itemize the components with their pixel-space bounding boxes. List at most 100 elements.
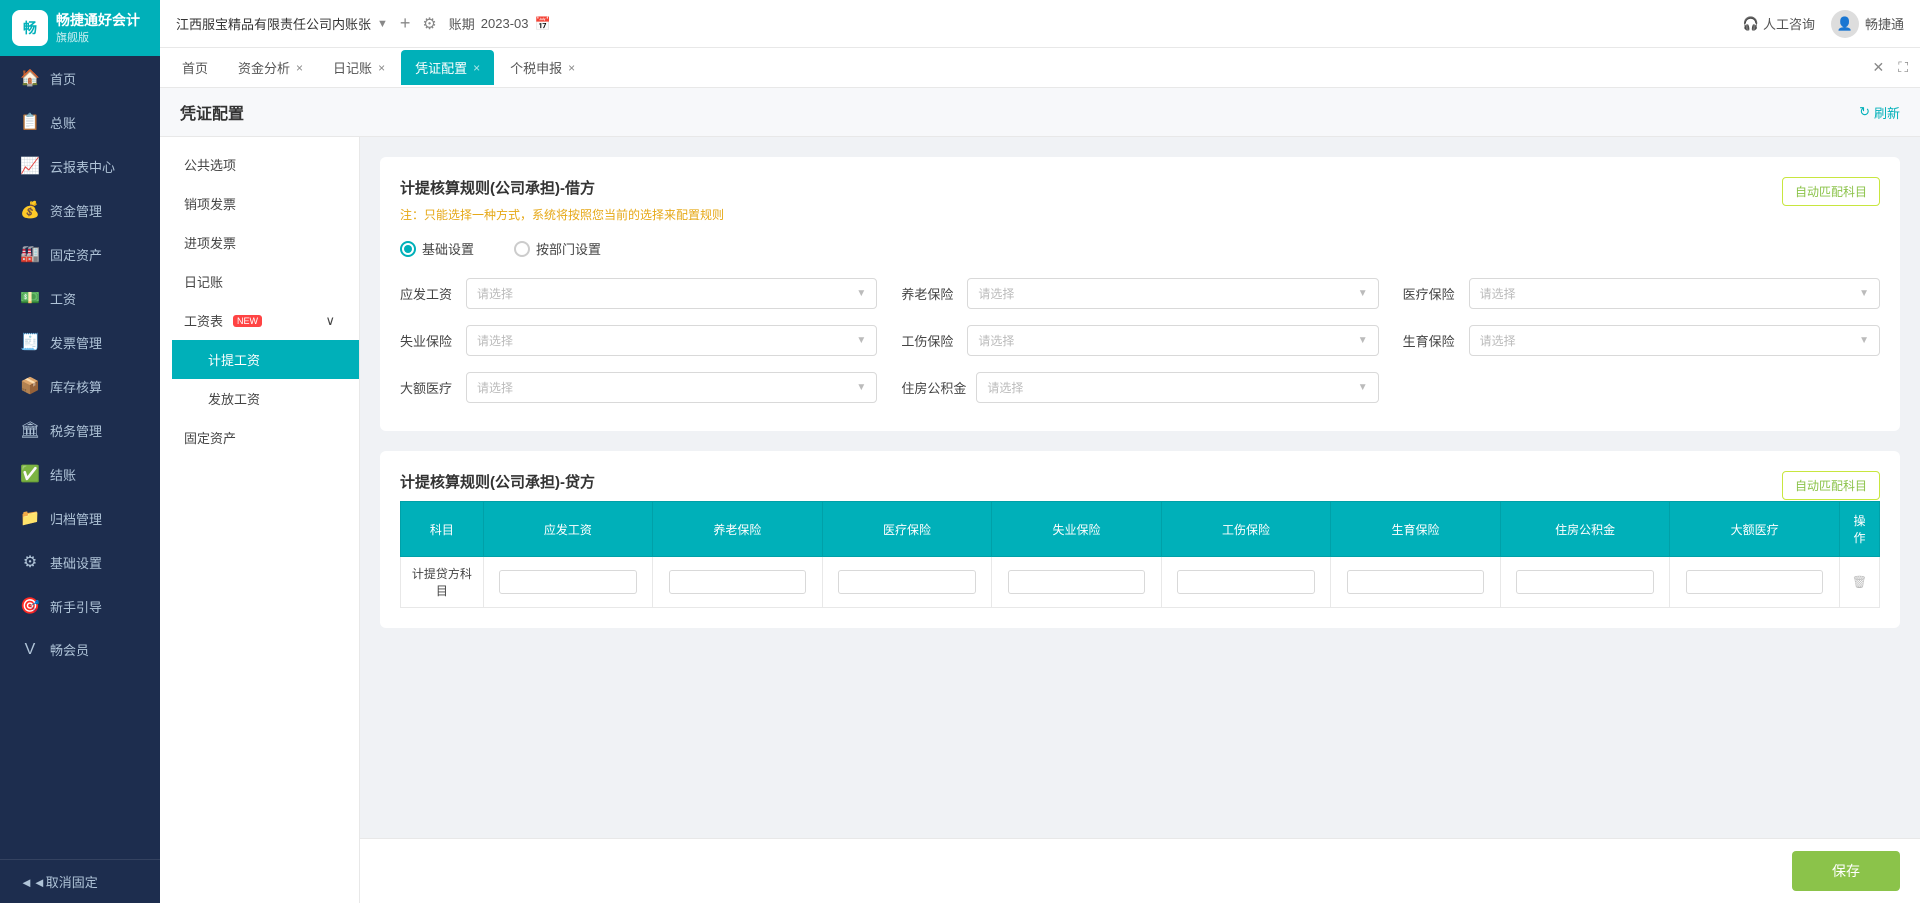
input-housing[interactable] <box>1516 570 1653 594</box>
select-major-medical[interactable]: 请选择 ▼ <box>466 372 877 403</box>
radio-basic[interactable]: 基础设置 <box>400 239 474 258</box>
support-button[interactable]: 🎧 人工咨询 <box>1743 14 1815 33</box>
select-major-medical-chevron: ▼ <box>856 382 866 393</box>
cell-maternity[interactable] <box>1331 557 1501 608</box>
tab-voucher-config-close-icon[interactable]: × <box>473 61 480 75</box>
menu-item-public[interactable]: 公共选项 <box>160 145 359 184</box>
tab-actions: ✕ ⛶ <box>1868 55 1912 80</box>
auto-match-debit-button[interactable]: 自动匹配科目 <box>1782 177 1880 206</box>
select-gross-salary-chevron: ▼ <box>856 288 866 299</box>
select-gross-salary[interactable]: 请选择 ▼ <box>466 278 877 309</box>
save-bar: 保存 <box>360 838 1920 903</box>
cell-major-medical[interactable] <box>1670 557 1840 608</box>
sidebar-item-home[interactable]: 🏠 首页 <box>0 56 160 100</box>
save-button[interactable]: 保存 <box>1792 851 1900 891</box>
select-work-injury[interactable]: 请选择 ▼ <box>967 325 1378 356</box>
sidebar-label-guide: 新手引导 <box>50 597 102 616</box>
sidebar-item-settings[interactable]: ⚙ 基础设置 <box>0 540 160 584</box>
logo-icon: 畅 <box>12 10 48 46</box>
sidebar-item-salary[interactable]: 💵 工资 <box>0 276 160 320</box>
home-icon: 🏠 <box>20 68 40 88</box>
sidebar-item-report[interactable]: 📈 云报表中心 <box>0 144 160 188</box>
cell-work-injury[interactable] <box>1161 557 1331 608</box>
settings-gear-icon[interactable]: ⚙ <box>422 14 436 34</box>
select-maternity[interactable]: 请选择 ▼ <box>1469 325 1880 356</box>
input-major-medical[interactable] <box>1686 570 1823 594</box>
cell-pension[interactable] <box>653 557 823 608</box>
cell-medical[interactable] <box>822 557 992 608</box>
tab-voucher-config[interactable]: 凭证配置 × <box>401 50 494 85</box>
company-selector[interactable]: 江西服宝精品有限责任公司内账张 ▼ <box>176 14 388 33</box>
menu-item-accrue-salary[interactable]: 计提工资 <box>172 340 359 379</box>
left-menu: 公共选项 销项发票 进项发票 日记账 工资表 NEW <box>160 137 360 903</box>
menu-item-journal[interactable]: 日记账 <box>160 262 359 301</box>
period-selector[interactable]: 账期 2023-03 📅 <box>449 14 551 33</box>
radio-dept-circle <box>514 241 530 257</box>
delete-row-icon[interactable]: 🗑 <box>1852 575 1867 589</box>
sidebar-item-member[interactable]: V 畅会员 <box>0 628 160 671</box>
menu-item-pay-salary[interactable]: 发放工资 <box>172 379 359 418</box>
menu-item-fixed-assets[interactable]: 固定资产 <box>160 418 359 457</box>
settings-icon: ⚙ <box>20 552 40 572</box>
label-pension: 养老保险 <box>901 284 957 303</box>
sidebar-label-close: 结账 <box>50 465 76 484</box>
field-major-medical: 大额医疗 请选择 ▼ <box>400 372 877 403</box>
inventory-icon: 📦 <box>20 376 40 396</box>
expand-tab-icon[interactable]: ⛶ <box>1894 55 1912 80</box>
input-work-injury[interactable] <box>1177 570 1314 594</box>
sidebar-item-tax[interactable]: 🏛 税务管理 <box>0 408 160 452</box>
member-icon: V <box>20 641 40 659</box>
company-name: 江西服宝精品有限责任公司内账张 <box>176 14 371 33</box>
close-period-icon: ✅ <box>20 464 40 484</box>
sidebar-item-invoice[interactable]: 🧾 发票管理 <box>0 320 160 364</box>
cell-unemployment[interactable] <box>992 557 1162 608</box>
refresh-button[interactable]: ↻ 刷新 <box>1859 103 1900 122</box>
assets-icon: 🏭 <box>20 244 40 264</box>
select-pension[interactable]: 请选择 ▼ <box>967 278 1378 309</box>
avatar: 👤 <box>1831 10 1859 38</box>
col-work-injury: 工伤保险 <box>1161 502 1331 557</box>
sidebar-label-ledger: 总账 <box>50 113 76 132</box>
menu-group-payroll[interactable]: 工资表 NEW ∨ <box>160 301 359 340</box>
select-housing-fund[interactable]: 请选择 ▼ <box>976 372 1378 403</box>
add-tab-button[interactable]: + <box>400 13 411 34</box>
label-housing-fund: 住房公积金 <box>901 378 966 397</box>
sidebar-item-archive[interactable]: 📁 归档管理 <box>0 496 160 540</box>
sidebar-unpin[interactable]: ◄◄取消固定 <box>0 859 160 903</box>
input-medical[interactable] <box>838 570 975 594</box>
input-pension[interactable] <box>669 570 806 594</box>
sidebar-item-capital[interactable]: 💰 资金管理 <box>0 188 160 232</box>
user-menu[interactable]: 👤 畅捷通 <box>1831 10 1904 38</box>
field-maternity: 生育保险 请选择 ▼ <box>1403 325 1880 356</box>
sidebar-item-ledger[interactable]: 📋 总账 <box>0 100 160 144</box>
tab-journal-close-icon[interactable]: × <box>378 61 385 75</box>
radio-basic-label: 基础设置 <box>422 239 474 258</box>
tab-home[interactable]: 首页 <box>168 50 222 85</box>
menu-item-purchase-invoice[interactable]: 进项发票 <box>160 223 359 262</box>
sidebar-item-inventory[interactable]: 📦 库存核算 <box>0 364 160 408</box>
tab-journal[interactable]: 日记账 × <box>319 50 399 85</box>
radio-dept[interactable]: 按部门设置 <box>514 239 601 258</box>
sidebar-item-close[interactable]: ✅ 结账 <box>0 452 160 496</box>
menu-item-sales-invoice[interactable]: 销项发票 <box>160 184 359 223</box>
sidebar-item-assets[interactable]: 🏭 固定资产 <box>0 232 160 276</box>
sidebar-label-inventory: 库存核算 <box>50 377 102 396</box>
cell-gross[interactable] <box>483 557 653 608</box>
sidebar-item-guide[interactable]: 🎯 新手引导 <box>0 584 160 628</box>
input-maternity[interactable] <box>1347 570 1484 594</box>
select-medical[interactable]: 请选择 ▼ <box>1469 278 1880 309</box>
field-unemployment: 失业保险 请选择 ▼ <box>400 325 877 356</box>
tab-tax-return[interactable]: 个税申报 × <box>496 50 589 85</box>
input-unemployment[interactable] <box>1008 570 1145 594</box>
close-tab-icon[interactable]: ✕ <box>1868 55 1888 80</box>
tab-capital-analysis-close-icon[interactable]: × <box>296 61 303 75</box>
cell-housing[interactable] <box>1500 557 1670 608</box>
input-gross[interactable] <box>499 570 636 594</box>
select-unemployment[interactable]: 请选择 ▼ <box>466 325 877 356</box>
tab-capital-analysis[interactable]: 资金分析 × <box>224 50 317 85</box>
tab-tax-return-close-icon[interactable]: × <box>568 61 575 75</box>
select-pension-placeholder: 请选择 <box>978 285 1014 302</box>
refresh-icon: ↻ <box>1859 104 1870 120</box>
radio-basic-circle <box>400 241 416 257</box>
auto-match-credit-button[interactable]: 自动匹配科目 <box>1782 471 1880 500</box>
